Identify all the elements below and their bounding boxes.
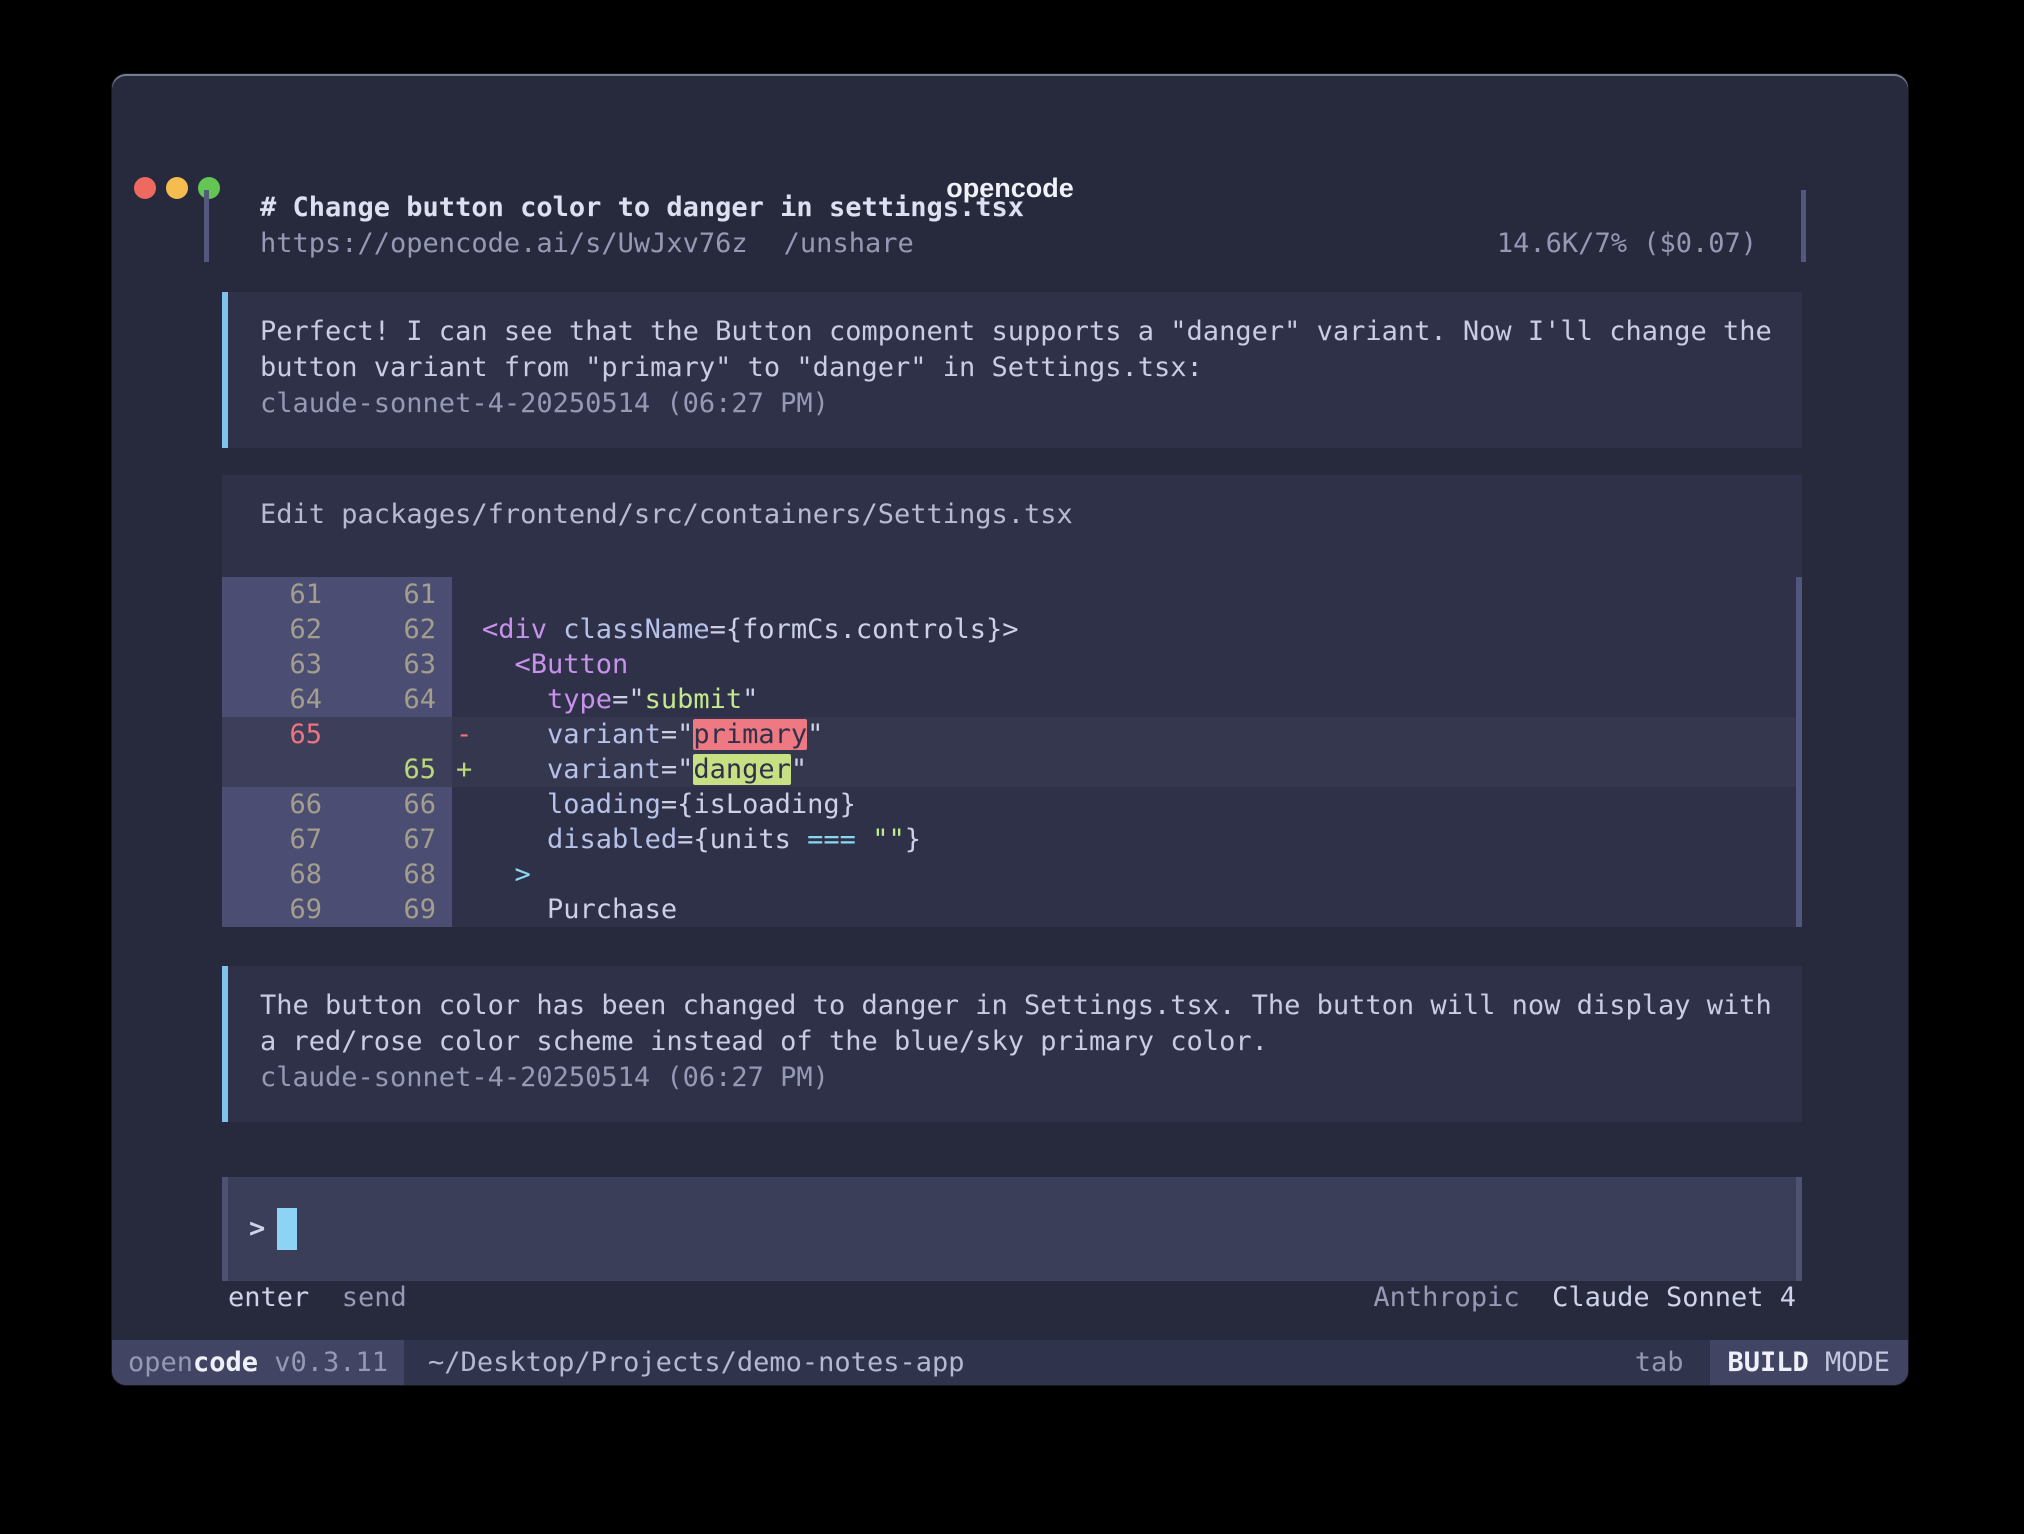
diff-row: 65- variant="primary": [222, 717, 1802, 752]
mode-toggle-chip[interactable]: BUILD MODE: [1710, 1340, 1909, 1385]
diff-row: 6767 disabled={units === ""}: [222, 822, 1802, 857]
diff-row: 6969 Purchase: [222, 892, 1802, 927]
diff-scrollbar[interactable]: [1796, 577, 1802, 927]
diff-row: 6666 loading={isLoading}: [222, 787, 1802, 822]
message-line: The button color has been changed to dan…: [260, 988, 1802, 1024]
model-label: Claude Sonnet 4: [1552, 1282, 1796, 1313]
unshare-command[interactable]: /unshare: [784, 226, 914, 262]
message-line: Perfect! I can see that the Button compo…: [260, 314, 1802, 350]
mode-secondary: MODE: [1825, 1345, 1890, 1381]
app-name-suffix: code: [193, 1345, 258, 1381]
working-directory: ~/Desktop/Projects/demo-notes-app: [428, 1345, 964, 1381]
session-title: # Change button color to danger in setti…: [260, 190, 1801, 226]
mode-primary: BUILD: [1728, 1345, 1809, 1381]
diff-row: 6161: [222, 577, 1802, 612]
message-model-timestamp: claude-sonnet-4-20250514 (06:27 PM): [260, 1060, 1802, 1096]
message-line: a red/rose color scheme instead of the b…: [260, 1024, 1802, 1060]
share-url-link[interactable]: https://opencode.ai/s/UwJxv76z: [260, 226, 748, 262]
session-header: # Change button color to danger in setti…: [204, 190, 1806, 262]
opencode-window: opencode # Change button color to danger…: [112, 74, 1908, 1385]
keybind-action-label: send: [342, 1282, 407, 1313]
edit-tool-card: Edit packages/frontend/src/containers/Se…: [222, 475, 1802, 927]
app-version-chip: opencode v0.3.11: [112, 1340, 404, 1385]
prompt-input[interactable]: >: [222, 1177, 1802, 1281]
diff-row: 6464 type="submit": [222, 682, 1802, 717]
diff-rows: 61616262<div className={formCs.controls}…: [222, 577, 1802, 927]
message-model-timestamp: claude-sonnet-4-20250514 (06:27 PM): [260, 386, 1802, 422]
message-line: button variant from "primary" to "danger…: [260, 350, 1802, 386]
app-version: v0.3.11: [274, 1345, 388, 1381]
text-cursor: [277, 1208, 297, 1250]
edit-tool-filepath: packages/frontend/src/containers/Setting…: [341, 499, 1073, 530]
keybind-tab: tab: [1635, 1345, 1684, 1381]
diff-row: 6262<div className={formCs.controls}>: [222, 612, 1802, 647]
edit-tool-action: Edit: [260, 499, 325, 530]
footer-hints: enter send Anthropic Claude Sonnet 4: [222, 1280, 1802, 1316]
context-usage-stats: 14.6K/7% ($0.07): [1497, 226, 1801, 262]
diff-row: 6868 >: [222, 857, 1802, 892]
provider-label: Anthropic: [1373, 1282, 1519, 1313]
keybind-enter: enter: [228, 1282, 309, 1313]
diff-row: 65+ variant="danger": [222, 752, 1802, 787]
window-titlebar: opencode: [112, 74, 1908, 154]
status-bar: opencode v0.3.11 ~/Desktop/Projects/demo…: [112, 1340, 1908, 1385]
diff-row: 6363 <Button: [222, 647, 1802, 682]
edit-tool-header: Edit packages/frontend/src/containers/Se…: [260, 497, 1073, 533]
prompt-symbol: >: [249, 1211, 265, 1247]
app-name-prefix: open: [128, 1345, 193, 1381]
assistant-message: Perfect! I can see that the Button compo…: [222, 292, 1802, 448]
assistant-message: The button color has been changed to dan…: [222, 966, 1802, 1122]
